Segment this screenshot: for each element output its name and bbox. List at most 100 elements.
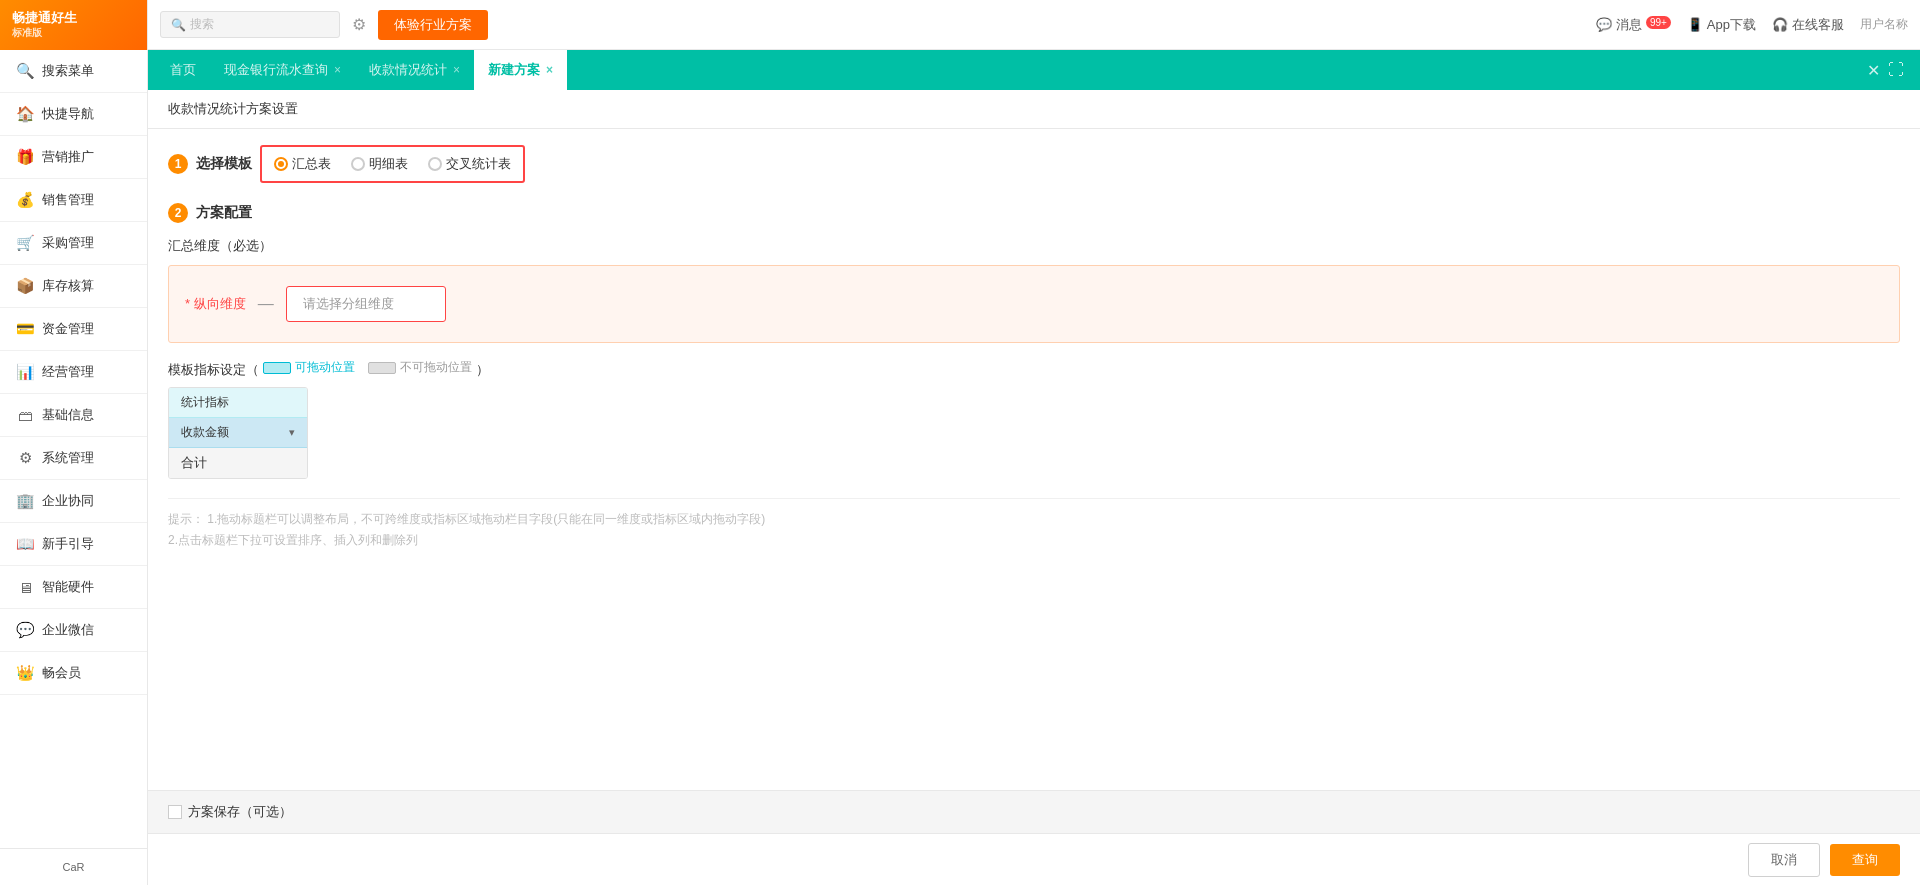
online-support-btn[interactable]: 🎧 在线客服 (1772, 16, 1844, 34)
radio-detail[interactable]: 明细表 (351, 155, 408, 173)
template-selector: 汇总表 明细表 交叉统计表 (260, 145, 525, 183)
online-support-label: 在线客服 (1792, 16, 1844, 34)
sidebar-bottom: CaR (0, 848, 147, 885)
radio-crosstab-dot (428, 157, 442, 171)
enterprise-coop-icon: 🏢 (16, 492, 34, 510)
metrics-section: 模板指标设定（ 可拖动位置 不可拖动位置 ） (168, 359, 1900, 482)
sidebar-item-inventory[interactable]: 📦 库存核算 (0, 265, 147, 308)
trial-btn[interactable]: 体验行业方案 (378, 10, 488, 40)
search-menu-icon: 🔍 (16, 62, 34, 80)
sidebar-item-base-info[interactable]: 🗃 基础信息 (0, 394, 147, 437)
radio-crosstab[interactable]: 交叉统计表 (428, 155, 511, 173)
tab-bank-flow-close[interactable]: × (334, 63, 341, 77)
app-download-label: App下载 (1707, 16, 1756, 34)
quick-nav-icon: 🏠 (16, 105, 34, 123)
main-area: 🔍 搜索 ⚙ 体验行业方案 💬 消息 99+ 📱 App下载 🎧 在线客服 用户… (148, 0, 1920, 885)
sidebar-item-finance[interactable]: 💳 资金管理 (0, 308, 147, 351)
new-guide-icon: 📖 (16, 535, 34, 553)
cancel-button[interactable]: 取消 (1748, 843, 1820, 877)
header-search-box[interactable]: 🔍 搜索 (160, 11, 340, 38)
system-icon: ⚙ (16, 449, 34, 467)
sidebar-item-smart-hw[interactable]: 🖥 智能硬件 (0, 566, 147, 609)
save-option[interactable]: 方案保存（可选） (168, 803, 292, 821)
dimension-selector[interactable]: 请选择分组维度 (286, 286, 446, 322)
sidebar-bottom-btn1[interactable]: CaR (8, 857, 139, 877)
arrow-icon: — (258, 295, 274, 313)
sidebar-logo: 畅捷通好生 标准版 (0, 0, 147, 50)
marketing-icon: 🎁 (16, 148, 34, 166)
tab-new-plan[interactable]: 新建方案 × (474, 50, 567, 90)
sidebar-item-operations[interactable]: 📊 经营管理 (0, 351, 147, 394)
sidebar-item-label: 经营管理 (42, 363, 94, 381)
sidebar-item-label: 新手引导 (42, 535, 94, 553)
radio-summary-label: 汇总表 (292, 155, 331, 173)
radio-detail-label: 明细表 (369, 155, 408, 173)
tab-home-label: 首页 (170, 61, 196, 79)
section2-label: 方案配置 (196, 204, 252, 222)
sidebar-item-label: 快捷导航 (42, 105, 94, 123)
tab-bank-flow[interactable]: 现金银行流水查询 × (210, 50, 355, 90)
sidebar-item-sales[interactable]: 💰 销售管理 (0, 179, 147, 222)
sidebar-item-member[interactable]: 👑 畅会员 (0, 652, 147, 695)
sidebar-item-label: 采购管理 (42, 234, 94, 252)
sidebar-item-label: 资金管理 (42, 320, 94, 338)
enterprise-wechat-icon: 💬 (16, 621, 34, 639)
inventory-icon: 📦 (16, 277, 34, 295)
close-window-icon[interactable]: ✕ (1867, 61, 1880, 80)
footer-actions: 取消 查询 (148, 833, 1920, 885)
tab-new-plan-close[interactable]: × (546, 63, 553, 77)
sidebar-item-label: 基础信息 (42, 406, 94, 424)
metrics-legend-fixed: 不可拖动位置 (368, 359, 472, 376)
dropdown-icon[interactable]: ▾ (289, 426, 295, 439)
tips-line1: 提示： 1.拖动标题栏可以调整布局，不可跨维度或指标区域拖动栏目字段(只能在同一… (168, 509, 1900, 531)
query-button[interactable]: 查询 (1830, 844, 1900, 876)
metrics-header: 模板指标设定（ 可拖动位置 不可拖动位置 ） (168, 359, 1900, 379)
sidebar-item-label: 智能硬件 (42, 578, 94, 596)
radio-summary-dot (274, 157, 288, 171)
tab-receipt-stat-close[interactable]: × (453, 63, 460, 77)
sidebar: 畅捷通好生 标准版 🔍 搜索菜单 🏠 快捷导航 🎁 营销推广 💰 销售管理 🛒 … (0, 0, 148, 885)
save-checkbox[interactable] (168, 805, 182, 819)
base-info-icon: 🗃 (16, 406, 34, 424)
sidebar-item-enterprise-coop[interactable]: 🏢 企业协同 (0, 480, 147, 523)
section1-header: 1 选择模板 汇总表 明细表 交叉统计表 (168, 145, 1900, 183)
sidebar-item-quick-nav[interactable]: 🏠 快捷导航 (0, 93, 147, 136)
fullscreen-icon[interactable]: ⛶ (1888, 61, 1904, 79)
messages-btn[interactable]: 💬 消息 99+ (1596, 16, 1671, 34)
page-title-bar: 收款情况统计方案设置 (148, 90, 1920, 129)
sidebar-item-enterprise-wechat[interactable]: 💬 企业微信 (0, 609, 147, 652)
vertical-dimension-row: * 纵向维度 — 请选择分组维度 (185, 286, 1883, 322)
section2-number: 2 (168, 203, 188, 223)
tab-new-plan-label: 新建方案 (488, 61, 540, 79)
app-download-btn[interactable]: 📱 App下载 (1687, 16, 1756, 34)
sidebar-item-system[interactable]: ⚙ 系统管理 (0, 437, 147, 480)
metrics-table-header[interactable]: 统计指标 (169, 388, 307, 418)
tab-bar: 首页 现金银行流水查询 × 收款情况统计 × 新建方案 × ✕ ⛶ (148, 50, 1920, 90)
sidebar-item-search-menu[interactable]: 🔍 搜索菜单 (0, 50, 147, 93)
tips-line2: 2.点击标题栏下拉可设置排序、插入列和删除列 (168, 530, 1900, 552)
radio-detail-dot (351, 157, 365, 171)
logo-sub: 标准版 (12, 26, 77, 40)
vertical-dim-label: * 纵向维度 (185, 295, 246, 313)
messages-label: 消息 (1616, 16, 1642, 34)
tips-section: 提示： 1.拖动标题栏可以调整布局，不可跨维度或指标区域拖动栏目字段(只能在同一… (168, 498, 1900, 562)
sidebar-item-label: 企业微信 (42, 621, 94, 639)
sidebar-item-label: 营销推广 (42, 148, 94, 166)
header-right: 💬 消息 99+ 📱 App下载 🎧 在线客服 用户名称 (1596, 16, 1908, 34)
sales-icon: 💰 (16, 191, 34, 209)
tab-receipt-stat[interactable]: 收款情况统计 × (355, 50, 474, 90)
sidebar-item-purchase[interactable]: 🛒 采购管理 (0, 222, 147, 265)
sidebar-item-marketing[interactable]: 🎁 营销推广 (0, 136, 147, 179)
page-title: 收款情况统计方案设置 (168, 101, 298, 116)
app-icon: 📱 (1687, 17, 1703, 32)
section2: 2 方案配置 汇总维度（必选） * 纵向维度 — 请选择分组维度 模板指标设定（ (168, 203, 1900, 562)
member-icon: 👑 (16, 664, 34, 682)
settings-icon[interactable]: ⚙ (352, 15, 366, 34)
form-area: 1 选择模板 汇总表 明细表 交叉统计表 (148, 129, 1920, 790)
section1-label: 选择模板 (196, 155, 252, 173)
sidebar-item-label: 库存核算 (42, 277, 94, 295)
metric-col-header[interactable]: 收款金额 ▾ (169, 418, 307, 448)
sidebar-item-new-guide[interactable]: 📖 新手引导 (0, 523, 147, 566)
tab-home[interactable]: 首页 (156, 50, 210, 90)
radio-summary[interactable]: 汇总表 (274, 155, 331, 173)
